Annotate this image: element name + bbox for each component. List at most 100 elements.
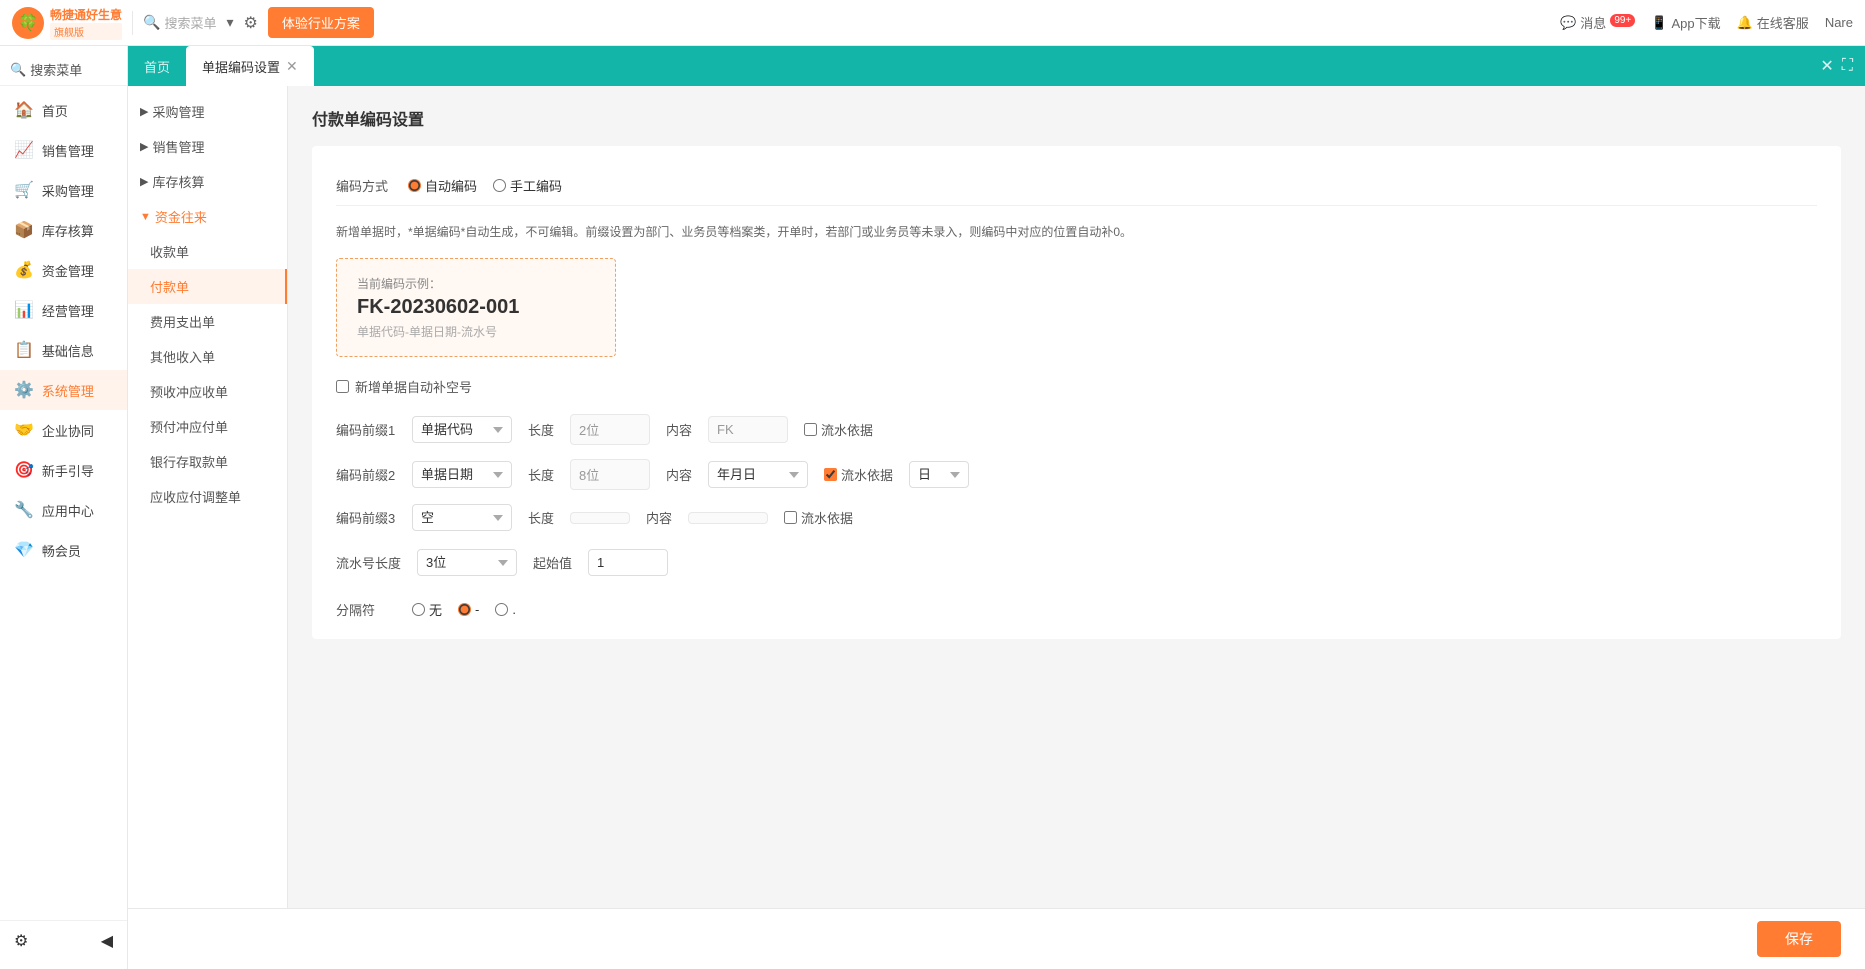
finance-icon: 💰 xyxy=(14,260,34,280)
prefix2-stream-unit-select[interactable]: 日 xyxy=(909,461,969,488)
sub-nav-item-bank-deposit[interactable]: 银行存取款单 xyxy=(128,444,287,479)
sidebar-bottom: ⚙ ◀ xyxy=(0,920,127,961)
manual-code-radio[interactable]: 手工编码 xyxy=(493,176,562,195)
user-menu[interactable]: Nare xyxy=(1825,15,1853,30)
prefix3-label: 编码前缀3 xyxy=(336,508,396,527)
serial-start-label: 起始值 xyxy=(533,553,572,572)
online-service-button[interactable]: 🔔 在线客服 xyxy=(1737,13,1809,32)
page-title: 付款单编码设置 xyxy=(312,106,1841,130)
sidebar-item-operations[interactable]: 📊 经营管理 xyxy=(0,290,127,330)
preview-label: 当前编码示例： xyxy=(357,275,595,292)
sidebar-item-purchase[interactable]: 🛒 采购管理 xyxy=(0,170,127,210)
sidebar-item-basic[interactable]: 📋 基础信息 xyxy=(0,330,127,370)
app-download-button[interactable]: 📱 App下载 xyxy=(1651,13,1720,32)
sidebar-settings-icon[interactable]: ⚙ xyxy=(14,931,28,951)
sub-nav-header-fund[interactable]: ▼ 资金往来 xyxy=(128,199,287,234)
prefix2-stream-checkbox[interactable]: 流水依据 xyxy=(824,465,893,484)
sub-nav-group-fund: ▼ 资金往来 收款单 付款单 费用支出单 其他收入单 xyxy=(128,199,287,514)
sidebar-collapse-btn[interactable]: ◀ xyxy=(101,931,113,951)
page-content: 付款单编码设置 编码方式 自动编码 xyxy=(288,86,1865,969)
sub-nav-header-sales[interactable]: ▶ 销售管理 xyxy=(128,129,287,164)
topbar: 🍀 畅捷通好生意 旗舰版 🔍 搜索菜单 ▾ ⚙ 体验行业方案 💬 消息 99+ … xyxy=(0,0,1865,46)
sidebar-item-sales[interactable]: 📈 销售管理 xyxy=(0,130,127,170)
sub-nav-item-expense[interactable]: 费用支出单 xyxy=(128,304,287,339)
sidebar-search[interactable]: 🔍 搜索菜单 xyxy=(0,54,127,86)
info-text: 新增单据时，*单据编码*自动生成，不可编辑。前缀设置为部门、业务员等档案类，开单… xyxy=(336,222,1817,242)
save-button[interactable]: 保存 xyxy=(1757,921,1841,957)
sidebar-item-cooperation[interactable]: 🤝 企业协同 xyxy=(0,410,127,450)
auto-fill-checkbox[interactable] xyxy=(336,380,349,393)
sidebar-item-home[interactable]: 🏠 首页 xyxy=(0,90,127,130)
sub-nav: ▶ 采购管理 ▶ 销售管理 ▶ 库存核算 xyxy=(128,86,288,969)
message-icon: 💬 xyxy=(1560,15,1576,31)
search-icon: 🔍 xyxy=(10,62,26,78)
separator-label: 分隔符 xyxy=(336,600,396,619)
username-label: Nare xyxy=(1825,15,1853,30)
prefix1-length-value: 2位 xyxy=(570,414,650,445)
tab-close-icon[interactable]: ✕ xyxy=(286,58,298,75)
sub-nav-item-prepay-receivable[interactable]: 预收冲应收单 xyxy=(128,374,287,409)
search-placeholder: 搜索菜单 xyxy=(164,13,216,32)
separator-dash-radio[interactable]: - xyxy=(458,602,479,617)
service-icon: 🔔 xyxy=(1737,15,1753,31)
sub-nav-item-ap-adjust[interactable]: 应收应付调整单 xyxy=(128,479,287,514)
prefix3-stream-checkbox[interactable]: 流水依据 xyxy=(784,508,853,527)
tab-code-settings[interactable]: 单据编码设置 ✕ xyxy=(186,46,314,86)
sub-nav-item-prepay-payable[interactable]: 预付冲应付单 xyxy=(128,409,287,444)
message-button[interactable]: 💬 消息 99+ xyxy=(1560,13,1635,32)
tabbar-actions: ✕ ⛶ xyxy=(1820,56,1865,76)
preview-code: FK-20230602-001 xyxy=(357,296,595,319)
encode-method-row: 编码方式 自动编码 手工编码 xyxy=(336,166,1817,206)
sub-nav-group-sales: ▶ 销售管理 xyxy=(128,129,287,164)
sub-nav-header-purchase[interactable]: ▶ 采购管理 xyxy=(128,94,287,129)
prefix2-content-select[interactable]: 年月日 xyxy=(708,461,808,488)
sidebar-item-apps[interactable]: 🔧 应用中心 xyxy=(0,490,127,530)
logo: 🍀 畅捷通好生意 旗舰版 xyxy=(12,6,122,40)
page-footer: 保存 xyxy=(128,908,1865,969)
prefix3-length-label: 长度 xyxy=(528,508,554,527)
sub-nav-header-inventory[interactable]: ▶ 库存核算 xyxy=(128,164,287,199)
topbar-search-area[interactable]: 🔍 搜索菜单 xyxy=(143,13,216,32)
tab-close-all-button[interactable]: ✕ xyxy=(1820,56,1833,76)
chevron-right-icon: ▶ xyxy=(140,105,148,118)
sub-nav-item-payment[interactable]: 付款单 xyxy=(128,269,287,304)
auto-code-radio[interactable]: 自动编码 xyxy=(408,176,477,195)
prefix1-row: 编码前缀1 单据代码 长度 2位 内容 FK 流水依据 xyxy=(336,414,1817,445)
operations-icon: 📊 xyxy=(14,300,34,320)
topbar-left: 🍀 畅捷通好生意 旗舰版 🔍 搜索菜单 ▾ ⚙ 体验行业方案 xyxy=(12,6,374,40)
prefix2-row: 编码前缀2 单据日期 长度 8位 内容 年月日 xyxy=(336,459,1817,490)
prefix1-stream-checkbox[interactable]: 流水依据 xyxy=(804,420,873,439)
gear-icon[interactable]: ⚙ xyxy=(244,13,258,33)
logo-icon: 🍀 xyxy=(12,7,44,39)
apps-icon: 🔧 xyxy=(14,500,34,520)
tab-home[interactable]: 首页 xyxy=(128,46,186,86)
sidebar-item-system[interactable]: ⚙️ 系统管理 xyxy=(0,370,127,410)
encode-method-label: 编码方式 xyxy=(336,176,388,195)
form-section: 编码前缀1 单据代码 长度 2位 内容 FK 流水依据 xyxy=(336,414,1817,619)
sidebar-item-inventory[interactable]: 📦 库存核算 xyxy=(0,210,127,250)
tab-expand-button[interactable]: ⛶ xyxy=(1842,57,1853,75)
sidebar: 🔍 搜索菜单 🏠 首页 📈 销售管理 🛒 采购管理 📦 库存核算 💰 资金管理 … xyxy=(0,46,128,969)
preview-desc: 单据代码-单据日期-流水号 xyxy=(357,323,595,340)
sub-nav-item-receipt[interactable]: 收款单 xyxy=(128,234,287,269)
inventory-icon: 📦 xyxy=(14,220,34,240)
prefix2-select[interactable]: 单据日期 xyxy=(412,461,512,488)
sidebar-item-guide[interactable]: 🎯 新手引导 xyxy=(0,450,127,490)
auto-fill-row: 新增单据自动补空号 xyxy=(336,377,1817,396)
trial-button[interactable]: 体验行业方案 xyxy=(268,7,374,38)
sidebar-item-member[interactable]: 💎 畅会员 xyxy=(0,530,127,570)
sidebar-item-finance[interactable]: 💰 资金管理 xyxy=(0,250,127,290)
serial-start-input[interactable] xyxy=(588,549,668,576)
sub-nav-item-other-income[interactable]: 其他收入单 xyxy=(128,339,287,374)
chevron-down-icon[interactable]: ▾ xyxy=(226,14,233,31)
separator-none-radio[interactable]: 无 xyxy=(412,600,442,619)
chevron-down-icon: ▼ xyxy=(140,211,151,223)
serial-length-select[interactable]: 3位 xyxy=(417,549,517,576)
serial-length-label: 流水号长度 xyxy=(336,553,401,572)
prefix3-select[interactable]: 空 xyxy=(412,504,512,531)
prefix3-length-value xyxy=(570,512,630,524)
logo-text: 畅捷通好生意 旗舰版 xyxy=(50,6,122,40)
guide-icon: 🎯 xyxy=(14,460,34,480)
prefix1-select[interactable]: 单据代码 xyxy=(412,416,512,443)
separator-dot-radio[interactable]: . xyxy=(495,602,516,617)
